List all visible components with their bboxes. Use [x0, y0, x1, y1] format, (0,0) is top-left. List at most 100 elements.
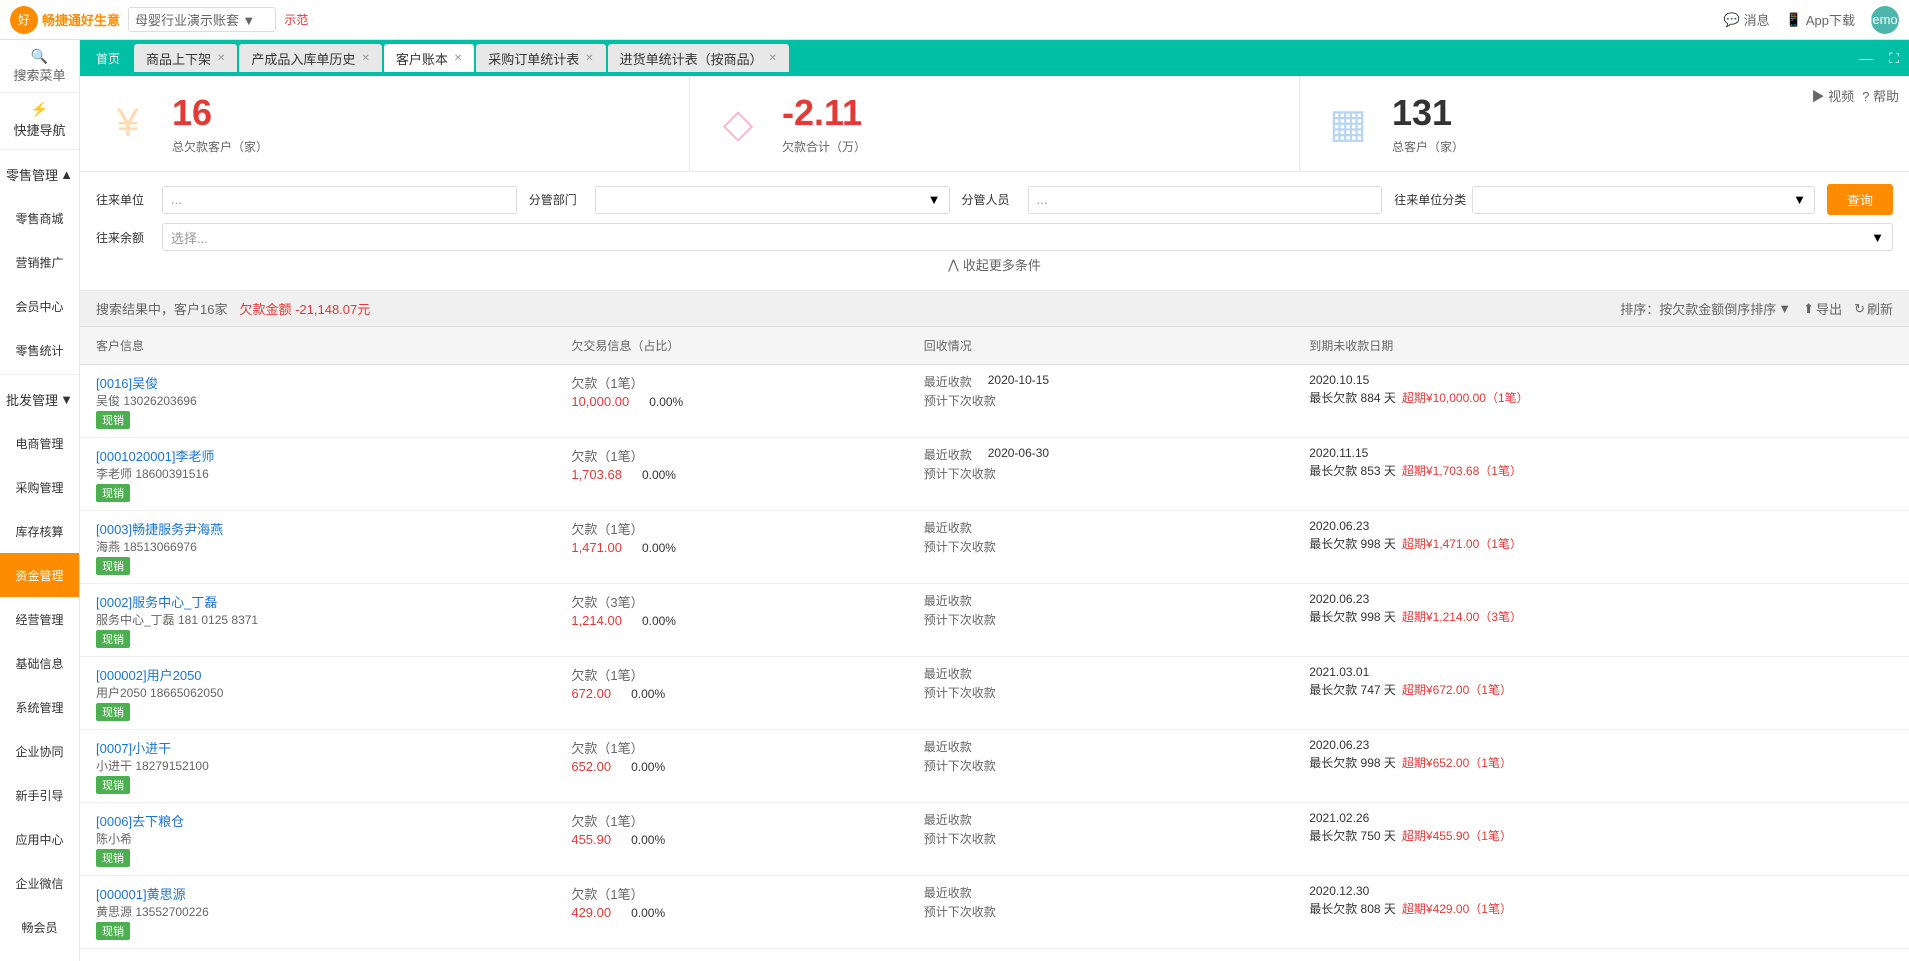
- debt-info-cell: 欠款（1笔） 652.00 0.00%: [555, 730, 907, 803]
- sub-text[interactable]: 示范: [284, 11, 308, 28]
- customer-name-link[interactable]: [0003]畅捷服务尹海燕: [96, 519, 539, 538]
- overdue-link[interactable]: 超期¥429.00（1笔）: [1402, 900, 1512, 917]
- sidebar-search[interactable]: 🔍 搜索菜单: [0, 40, 79, 93]
- customer-name-link[interactable]: [0001020001]李老师: [96, 446, 539, 465]
- debt-info-cell: 欠款（1笔） 672.00 0.00%: [555, 657, 907, 730]
- sidebar: 🔍 搜索菜单 ⚡ 快捷导航 零售管理▲ 零售商城 营销推广 会员中心 零售统计 …: [0, 40, 80, 961]
- tab-customer[interactable]: 客户账本 ✕: [384, 44, 474, 72]
- export-btn[interactable]: ⬆ 导出: [1803, 299, 1842, 318]
- sidebar-item-finance[interactable]: 资金管理: [0, 553, 79, 597]
- overdue-link[interactable]: 超期¥1,703.68（1笔）: [1402, 462, 1522, 479]
- overdue-link[interactable]: 超期¥652.00（1笔）: [1402, 754, 1512, 771]
- tab-bar: 首页 商品上下架 ✕ 产成品入库单历史 ✕ 客户账本 ✕ 采购订单统计表 ✕ 进…: [80, 40, 1909, 76]
- debt-amount[interactable]: 652.00: [571, 759, 611, 774]
- filter-balance: 往来余额 选择... ▼: [96, 223, 1893, 251]
- tab-purchase-close[interactable]: ✕: [585, 53, 593, 64]
- customer-name-link[interactable]: [0007]小进干: [96, 738, 539, 757]
- sidebar-item-retail-mgmt[interactable]: 零售管理▲: [0, 152, 79, 196]
- app-download-btn[interactable]: 📱 App下载: [1786, 10, 1855, 29]
- customer-name-link[interactable]: [0016]吴俊: [96, 373, 539, 392]
- debt-count: 欠款（1笔）: [571, 519, 891, 538]
- sidebar-item-basic-info[interactable]: 基础信息: [0, 641, 79, 685]
- sidebar-item-system[interactable]: 系统管理: [0, 685, 79, 729]
- customer-name-link[interactable]: [0006]去下粮仓: [96, 811, 539, 830]
- recent-pay-label: 最近收款: [924, 811, 972, 828]
- video-btn[interactable]: ▶ 视频: [1812, 86, 1855, 105]
- tab-minimize-btn[interactable]: —: [1853, 48, 1879, 69]
- from-unit-input[interactable]: ...: [162, 186, 517, 214]
- overdue-link[interactable]: 超期¥1,214.00（3笔）: [1402, 608, 1522, 625]
- sidebar-item-member2[interactable]: 畅会员: [0, 905, 79, 949]
- tab-inventory-close[interactable]: ✕: [769, 53, 777, 64]
- overdue-link[interactable]: 超期¥10,000.00（1笔）: [1402, 389, 1529, 406]
- debt-amount[interactable]: 429.00: [571, 905, 611, 920]
- next-pay-label: 预计下次收款: [924, 465, 996, 482]
- customer-name-link[interactable]: [000002]用户2050: [96, 665, 539, 684]
- customer-name-link[interactable]: [000001]黄思源: [96, 884, 539, 903]
- tab-expand-btn[interactable]: ⛶: [1883, 48, 1905, 69]
- sidebar-item-member[interactable]: 会员中心: [0, 284, 79, 328]
- overdue-link[interactable]: 超期¥1,471.00（1笔）: [1402, 535, 1522, 552]
- customer-phone: 用户2050 18665062050: [96, 684, 539, 701]
- sidebar-item-retail-stats[interactable]: 零售统计: [0, 328, 79, 372]
- stat-debt-amount-label: 欠款合计（万）: [782, 138, 866, 155]
- results-header: 搜索结果中，客户16家 欠款金额 -21,148.07元 排序：按欠款金额倒序排…: [80, 291, 1909, 327]
- due-date-cell: 2020.11.15 最长欠款 853 天 超期¥1,703.68（1笔）: [1293, 438, 1909, 511]
- sidebar-item-purchase[interactable]: 采购管理: [0, 465, 79, 509]
- sidebar-item-enterprise[interactable]: 企业协同: [0, 729, 79, 773]
- tab-products[interactable]: 商品上下架 ✕: [134, 44, 237, 72]
- dept-select[interactable]: ▼: [595, 186, 950, 214]
- stat-diamond-icon: ◇: [710, 96, 766, 152]
- sort-selector[interactable]: 排序：按欠款金额倒序排序 ▼: [1620, 299, 1791, 318]
- debt-amount[interactable]: 1,471.00: [571, 540, 622, 555]
- sidebar-item-operations[interactable]: 经营管理: [0, 597, 79, 641]
- user-avatar[interactable]: demo2: [1871, 6, 1899, 34]
- tab-customer-close[interactable]: ✕: [454, 53, 462, 64]
- overdue-link[interactable]: 超期¥455.90（1笔）: [1402, 827, 1512, 844]
- refresh-btn[interactable]: ↻ 刷新: [1854, 299, 1893, 318]
- sidebar-item-inventory[interactable]: 库存核算: [0, 509, 79, 553]
- tab-home[interactable]: 首页: [84, 44, 132, 72]
- debt-amount[interactable]: 1,703.68: [571, 467, 622, 482]
- tab-products-close[interactable]: ✕: [217, 53, 225, 64]
- tab-production-close[interactable]: ✕: [361, 53, 369, 64]
- filter-from-unit: 往来单位 ...: [96, 186, 517, 214]
- customer-tag: 现销: [96, 411, 130, 429]
- debt-percent: 0.00%: [642, 541, 676, 555]
- sidebar-item-retail-mall[interactable]: 零售商城: [0, 196, 79, 240]
- sidebar-item-app-center[interactable]: 应用中心: [0, 817, 79, 861]
- customer-info-cell: [0006]去下粮仓 陈小希 现销: [80, 803, 555, 876]
- unit-class-select[interactable]: ▼: [1472, 186, 1815, 214]
- results-summary: 搜索结果中，客户16家: [96, 299, 227, 318]
- tab-purchase[interactable]: 采购订单统计表 ✕: [476, 44, 605, 72]
- tab-production[interactable]: 产成品入库单历史 ✕: [239, 44, 381, 72]
- sidebar-item-ecommerce[interactable]: 电商管理: [0, 421, 79, 465]
- debt-amount[interactable]: 1,214.00: [571, 613, 622, 628]
- customer-tag: 现销: [96, 703, 130, 721]
- debt-amount[interactable]: 455.90: [571, 832, 611, 847]
- collapse-btn[interactable]: ⋀ 收起更多条件: [96, 251, 1893, 278]
- person-input[interactable]: ...: [1028, 186, 1383, 214]
- balance-select[interactable]: 选择... ▼: [162, 223, 1893, 251]
- due-date: 2021.03.01: [1309, 665, 1893, 679]
- stat-debt-customers-label: 总欠款客户（家）: [172, 138, 268, 155]
- due-date: 2020.10.15: [1309, 373, 1893, 387]
- help-btn[interactable]: ? 帮助: [1862, 86, 1899, 105]
- debt-amount[interactable]: 672.00: [571, 686, 611, 701]
- sidebar-item-marketing[interactable]: 营销推广: [0, 240, 79, 284]
- sidebar-item-guide[interactable]: 新手引导: [0, 773, 79, 817]
- recent-pay-label: 最近收款: [924, 665, 972, 682]
- tab-inventory[interactable]: 进货单统计表（按商品） ✕: [608, 44, 789, 72]
- customer-name-link[interactable]: [0002]服务中心_丁磊: [96, 592, 539, 611]
- sidebar-item-batch-mgmt[interactable]: 批发管理▼: [0, 377, 79, 421]
- industry-selector[interactable]: 母婴行业演示账套 ▼: [128, 7, 276, 32]
- overdue-link[interactable]: 超期¥672.00（1笔）: [1402, 681, 1512, 698]
- customer-info-cell: [0002]服务中心_丁磊 服务中心_丁磊 181 0125 8371 现销: [80, 584, 555, 657]
- sidebar-item-wechat[interactable]: 企业微信: [0, 861, 79, 905]
- debt-amount[interactable]: 10,000.00: [571, 394, 629, 409]
- sidebar-item-quick-nav[interactable]: ⚡ 快捷导航: [0, 93, 79, 147]
- debt-percent: 0.00%: [631, 760, 665, 774]
- top-bar-left: 好 畅捷通好生意 母婴行业演示账套 ▼ 示范: [10, 6, 308, 34]
- search-button[interactable]: 查询: [1827, 184, 1893, 215]
- message-btn[interactable]: 💬 消息: [1723, 10, 1769, 29]
